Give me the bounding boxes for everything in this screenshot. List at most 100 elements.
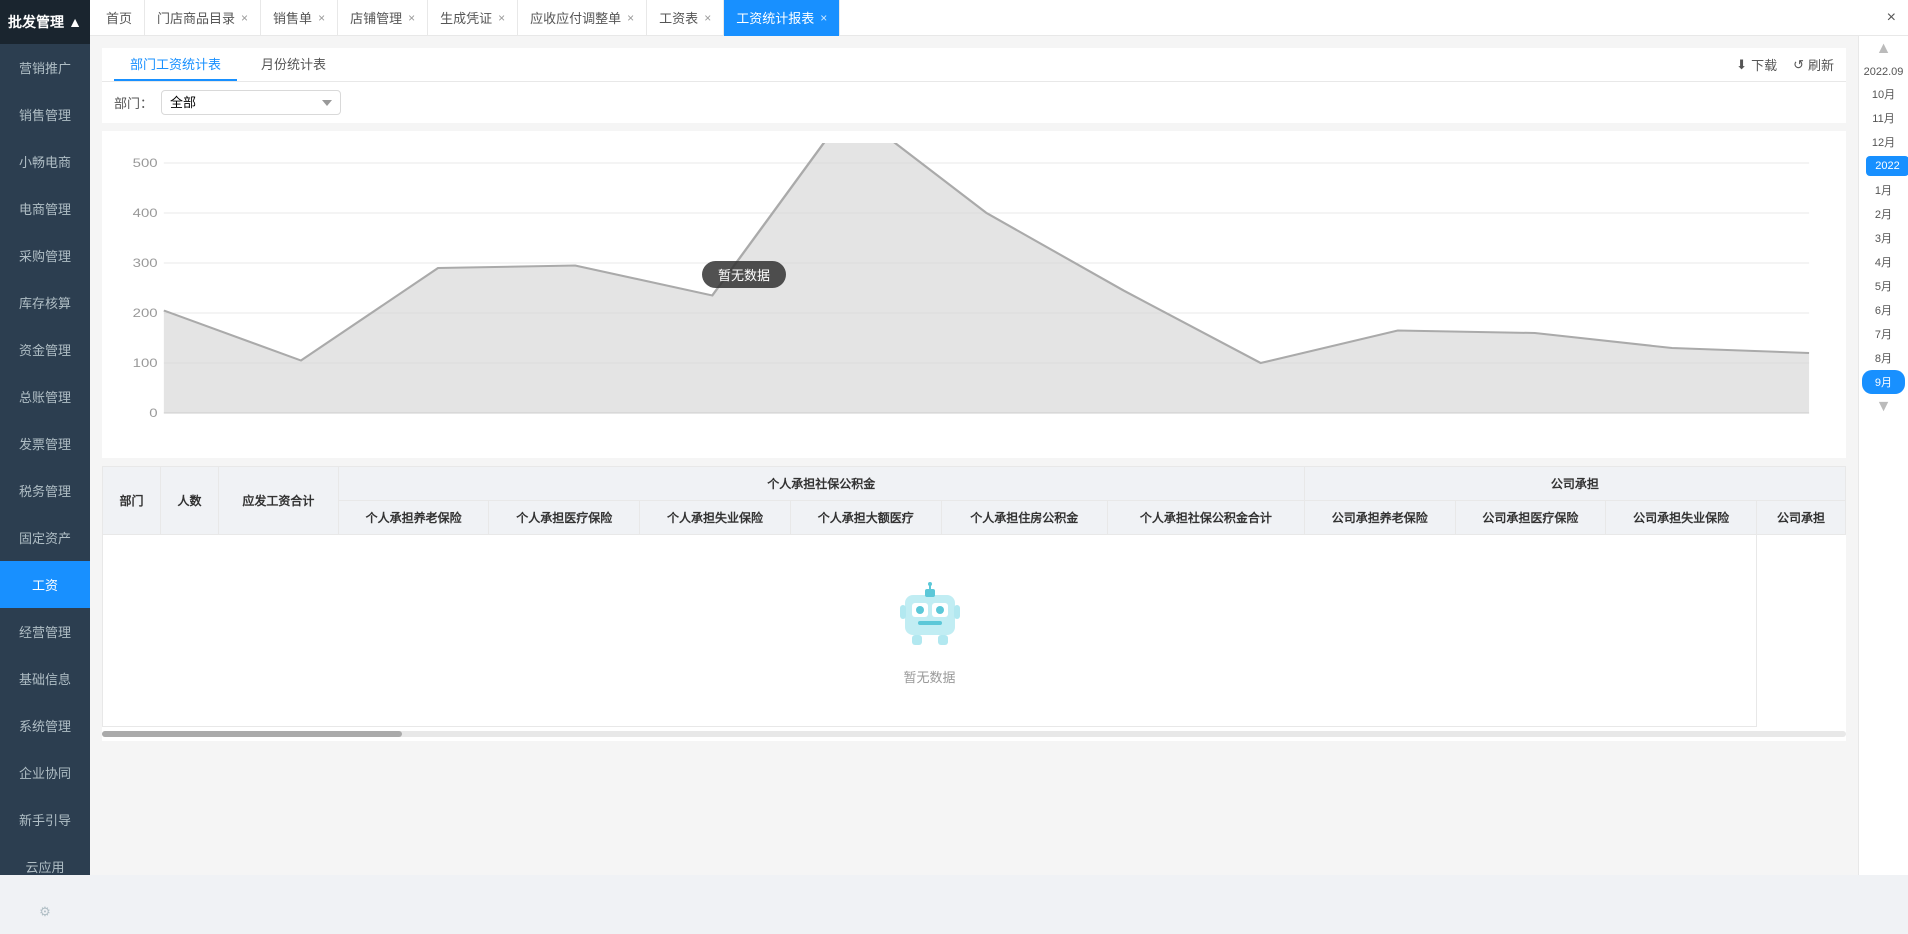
sub-tabs: 部门工资统计表月份统计表 bbox=[102, 48, 362, 81]
col-公司承担养老保险: 公司承担养老保险 bbox=[1304, 501, 1455, 535]
timeline-month-2月[interactable]: 2月 bbox=[1862, 202, 1906, 226]
page-content: 部门工资统计表月份统计表 ⬇ 下载 ↺ 刷新 bbox=[90, 36, 1858, 875]
horizontal-scrollbar[interactable] bbox=[102, 731, 1846, 737]
svg-text:200: 200 bbox=[133, 306, 158, 319]
col-个人承担养老保险: 个人承担养老保险 bbox=[338, 501, 489, 535]
timeline-month-11月[interactable]: 11月 bbox=[1862, 106, 1906, 130]
timeline-month-8月[interactable]: 8月 bbox=[1862, 346, 1906, 370]
sidebar-item-基础信息[interactable]: 基础信息 bbox=[0, 655, 90, 702]
table-row: 暂无数据 bbox=[103, 535, 1846, 727]
col-公司承担: 公司承担 bbox=[1757, 501, 1846, 535]
tab-close-店铺管理[interactable]: × bbox=[408, 11, 415, 25]
timeline-month-12月[interactable]: 12月 bbox=[1862, 130, 1906, 154]
tab-门店商品目录[interactable]: 门店商品目录× bbox=[145, 0, 261, 36]
empty-robot-icon bbox=[890, 575, 970, 655]
tab-close-门店商品目录[interactable]: × bbox=[241, 11, 248, 25]
tab-工资统计报表[interactable]: 工资统计报表× bbox=[724, 0, 840, 36]
timeline-month-6月[interactable]: 6月 bbox=[1862, 298, 1906, 322]
timeline-month-5月[interactable]: 5月 bbox=[1862, 274, 1906, 298]
department-filter[interactable]: 全部销售部采购部财务部运营部 bbox=[161, 90, 341, 115]
sidebar-item-营销推广[interactable]: 营销推广 bbox=[0, 44, 90, 91]
sub-tab-月份统计表[interactable]: 月份统计表 bbox=[245, 48, 342, 81]
tab-生成凭证[interactable]: 生成凭证× bbox=[428, 0, 518, 36]
sidebar-item-经营管理[interactable]: 经营管理 bbox=[0, 608, 90, 655]
timeline-month-10月[interactable]: 10月 bbox=[1862, 82, 1906, 106]
sidebar-item-税务管理[interactable]: 税务管理 bbox=[0, 467, 90, 514]
col-个人承担住房公积金: 个人承担住房公积金 bbox=[941, 501, 1107, 535]
sidebar-header[interactable]: 批发管理 ▲ bbox=[0, 0, 90, 44]
refresh-button[interactable]: ↺ 刷新 bbox=[1793, 55, 1834, 74]
sidebar-title: 批发管理 bbox=[8, 12, 64, 32]
col-个人承担失业保险: 个人承担失业保险 bbox=[640, 501, 791, 535]
col-个人承担大额医疗: 个人承担大额医疗 bbox=[790, 501, 941, 535]
sidebar-item-发票管理[interactable]: 发票管理 bbox=[0, 420, 90, 467]
sidebar-item-系统管理[interactable]: 系统管理 bbox=[0, 702, 90, 749]
toolbar: ⬇ 下载 ↺ 刷新 bbox=[1708, 49, 1846, 80]
timeline-month-9月[interactable]: 9月 bbox=[1862, 370, 1906, 394]
sidebar-item-销售管理[interactable]: 销售管理 bbox=[0, 91, 90, 138]
tab-close-工资表[interactable]: × bbox=[704, 11, 711, 25]
tab-店铺管理[interactable]: 店铺管理× bbox=[338, 0, 428, 36]
col-个人承担社保公积金合计: 个人承担社保公积金合计 bbox=[1107, 501, 1304, 535]
timeline-prev-button[interactable]: ▲ bbox=[1872, 36, 1896, 62]
settings-icon: ⚙ bbox=[39, 904, 51, 919]
sidebar-item-企业协同[interactable]: 企业协同 bbox=[0, 749, 90, 796]
sidebar-item-总账管理[interactable]: 总账管理 bbox=[0, 373, 90, 420]
sidebar-item-新手引导[interactable]: 新手引导 bbox=[0, 796, 90, 843]
sidebar-item-云应用[interactable]: 云应用 bbox=[0, 843, 90, 890]
timeline-month-3月[interactable]: 3月 bbox=[1862, 226, 1906, 250]
tabbar: 首页门店商品目录×销售单×店铺管理×生成凭证×应收应付调整单×工资表×工资统计报… bbox=[90, 0, 1908, 36]
sidebar-item-资金管理[interactable]: 资金管理 bbox=[0, 326, 90, 373]
sidebar-item-库存核算[interactable]: 库存核算 bbox=[0, 279, 90, 326]
col-headcount: 人数 bbox=[160, 467, 218, 535]
sidebar-item-小畅电商[interactable]: 小畅电商 bbox=[0, 138, 90, 185]
col-total-salary: 应发工资合计 bbox=[218, 467, 338, 535]
col-公司承担医疗保险: 公司承担医疗保险 bbox=[1455, 501, 1606, 535]
tab-close-生成凭证[interactable]: × bbox=[498, 11, 505, 25]
timeline-sidebar: ▲ 2022.0910月11月12月20221月2月3月4月5月6月7月8月9月… bbox=[1858, 36, 1908, 875]
table-container: 部门 人数 应发工资合计 个人承担社保公积金 公司承担 个人承担养老保险个人承担… bbox=[102, 466, 1846, 741]
data-table: 部门 人数 应发工资合计 个人承担社保公积金 公司承担 个人承担养老保险个人承担… bbox=[102, 466, 1846, 727]
timeline-next-button[interactable]: ▼ bbox=[1872, 394, 1896, 420]
timeline-month-7月[interactable]: 7月 bbox=[1862, 322, 1906, 346]
sidebar-chevron: ▲ bbox=[68, 14, 82, 30]
tab-close-销售单[interactable]: × bbox=[318, 11, 325, 25]
empty-text: 暂无数据 bbox=[904, 667, 956, 686]
download-button[interactable]: ⬇ 下载 bbox=[1736, 55, 1777, 74]
tab-close-工资统计报表[interactable]: × bbox=[820, 11, 827, 25]
col-公司承担失业保险: 公司承担失业保险 bbox=[1606, 501, 1757, 535]
main-area: 首页门店商品目录×销售单×店铺管理×生成凭证×应收应付调整单×工资表×工资统计报… bbox=[90, 0, 1908, 875]
tab-应收应付调整单[interactable]: 应收应付调整单× bbox=[518, 0, 647, 36]
tab-close-应收应付调整单[interactable]: × bbox=[627, 11, 634, 25]
content-area: 部门工资统计表月份统计表 ⬇ 下载 ↺ 刷新 bbox=[90, 36, 1908, 875]
tab-首页[interactable]: 首页 bbox=[94, 0, 145, 36]
col-group-personal: 个人承担社保公积金 bbox=[338, 467, 1304, 501]
empty-state: 暂无数据 bbox=[103, 535, 1756, 726]
timeline-month-4月[interactable]: 4月 bbox=[1862, 250, 1906, 274]
sidebar-item-采购管理[interactable]: 采购管理 bbox=[0, 232, 90, 279]
scroll-thumb[interactable] bbox=[102, 731, 402, 737]
sidebar-settings[interactable]: ⚙ bbox=[0, 890, 90, 934]
tab-工资表[interactable]: 工资表× bbox=[647, 0, 724, 36]
col-group-company: 公司承担 bbox=[1304, 467, 1845, 501]
sub-tab-部门工资统计表[interactable]: 部门工资统计表 bbox=[114, 48, 237, 81]
sidebar-item-电商管理[interactable]: 电商管理 bbox=[0, 185, 90, 232]
area-chart: 5004003002001000 bbox=[114, 143, 1834, 443]
timeline-month-1月[interactable]: 1月 bbox=[1862, 178, 1906, 202]
download-icon: ⬇ bbox=[1736, 57, 1747, 73]
col-dept: 部门 bbox=[103, 467, 161, 535]
sidebar-item-固定资产[interactable]: 固定资产 bbox=[0, 514, 90, 561]
timeline-year-2022[interactable]: 2022 bbox=[1866, 156, 1908, 176]
svg-text:500: 500 bbox=[133, 156, 158, 169]
filter-label: 部门： bbox=[114, 93, 153, 112]
chart-container: 5004003002001000 暂无数据 bbox=[102, 131, 1846, 458]
svg-text:400: 400 bbox=[133, 206, 158, 219]
sidebar-item-工资[interactable]: 工资 bbox=[0, 561, 90, 608]
filter-row: 部门： 全部销售部采购部财务部运营部 bbox=[102, 82, 1846, 123]
col-个人承担医疗保险: 个人承担医疗保险 bbox=[489, 501, 640, 535]
svg-text:300: 300 bbox=[133, 256, 158, 269]
tab-销售单[interactable]: 销售单× bbox=[261, 0, 338, 36]
refresh-icon: ↺ bbox=[1793, 57, 1804, 73]
svg-text:0: 0 bbox=[149, 406, 157, 419]
close-all-button[interactable]: × bbox=[1879, 9, 1904, 27]
